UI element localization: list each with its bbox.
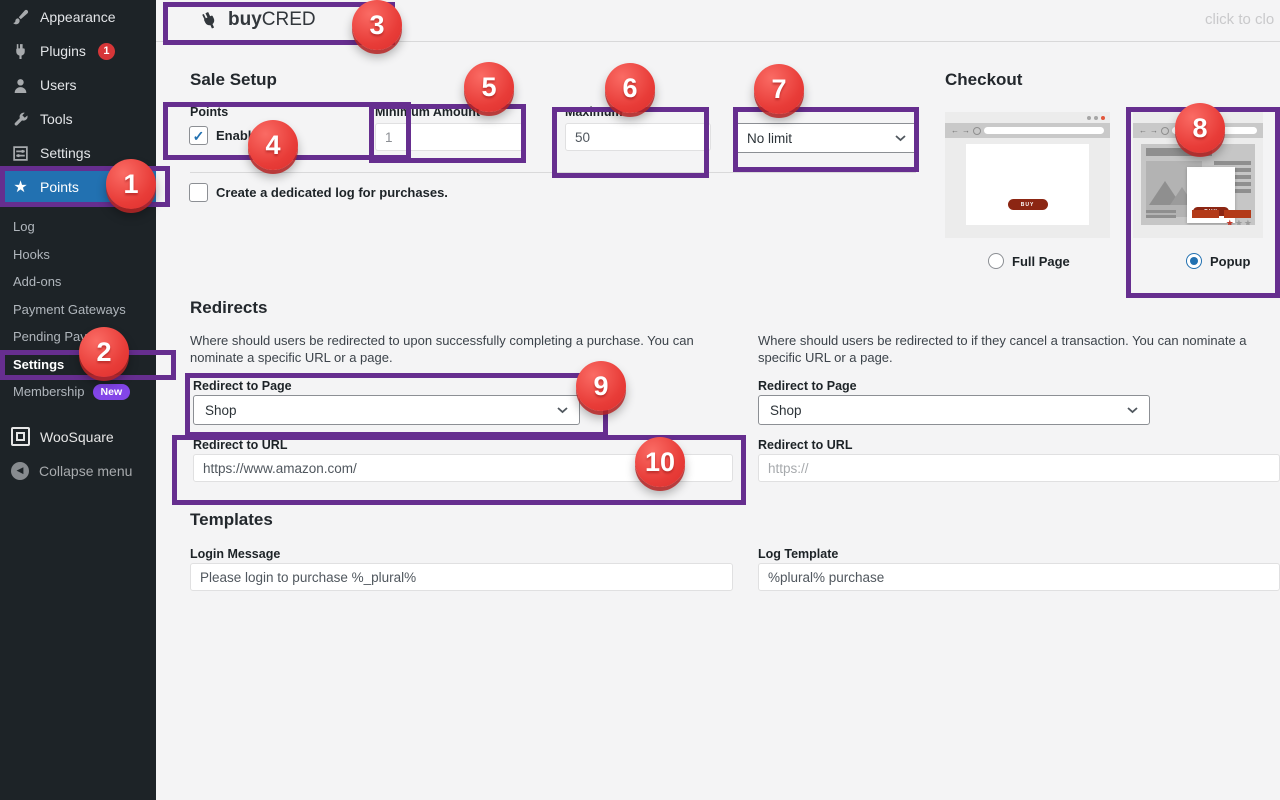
mock-page: BUY [966,144,1089,225]
full-page-radio[interactable]: Full Page [988,253,1070,269]
browser-address-bar: ← → [945,123,1110,138]
cancel-redirect-url-label: Redirect to URL [758,438,853,452]
forward-arrow-icon: → [1150,125,1158,135]
checkbox-unchecked-icon [189,183,208,202]
sidebar-item-users[interactable]: Users [0,68,156,102]
cancel-redirect-url-input[interactable] [758,454,1280,482]
sidebar-item-plugins[interactable]: Plugins 1 [0,34,156,68]
annotation-badge-6: 6 [605,63,655,113]
annotation-badge-2: 2 [79,327,129,377]
sidebar-item-label: Appearance [40,9,116,25]
collapse-menu-button[interactable]: ◀ Collapse menu [0,454,156,488]
browser-dots-icon [1087,116,1105,120]
back-arrow-icon: ← [1139,125,1147,135]
redirects-title: Redirects [190,298,268,317]
log-template-label: Log Template [758,547,839,561]
annotation-badge-7: 7 [754,64,804,114]
redirect-success-description: Where should users be redirected to upon… [190,333,694,365]
forward-arrow-icon: → [962,125,970,135]
collapse-icon: ◀ [11,461,29,480]
plug-icon [202,11,215,29]
annotation-badge-9: 9 [576,361,626,411]
wrench-icon [11,110,30,129]
submenu-item-addons[interactable]: Add-ons [0,268,156,296]
settings-page: buyCRED click to clo Sale Setup Points ✓… [156,0,1280,800]
minimum-amount-label: Minimum Amount [375,105,481,119]
submenu-item-hooks[interactable]: Hooks [0,241,156,269]
mock-button [1224,210,1251,218]
full-page-preview[interactable]: ← → BUY [945,112,1110,238]
plug-icon [11,42,30,61]
submenu-item-membership[interactable]: Membership New [0,378,156,406]
popup-radio[interactable]: Popup [1186,253,1250,269]
annotation-badge-4: 4 [248,120,298,170]
sidebar-item-woosquare[interactable]: WooSquare [0,420,156,454]
submenu-item-settings[interactable]: Settings [0,351,156,379]
annotation-badge-3: 3 [352,0,402,50]
points-submenu: Log Hooks Add-ons Payment Gateways Pendi… [0,213,156,406]
woosquare-icon [11,427,30,446]
sidebar-item-label: Points [40,179,79,195]
sidebar-item-label: Settings [40,145,91,161]
cancel-redirect-page-label: Redirect to Page [758,379,857,393]
sidebar-item-label: Tools [40,111,73,127]
sidebar-item-label: Plugins [40,43,86,59]
templates-title: Templates [190,510,273,529]
mock-button [1192,210,1219,218]
submenu-item-pending-payments[interactable]: Pending Payments [0,323,156,351]
sidebar-item-tools[interactable]: Tools [0,102,156,136]
submenu-item-payment-gateways[interactable]: Payment Gateways [0,296,156,324]
mock-page: BUY ★★★ [1141,144,1255,225]
log-template-input[interactable] [758,563,1280,591]
click-to-close-hint[interactable]: click to clo [1205,11,1274,28]
chevron-down-icon [1127,406,1138,413]
chevron-down-icon [557,406,568,413]
checkout-title: Checkout [945,70,1023,89]
redirect-page-label: Redirect to Page [193,379,292,393]
plugins-update-count: 1 [97,42,115,60]
section-divider [190,172,916,173]
annotation-badge-5: 5 [464,62,514,112]
sidebar-footer: WooSquare ◀ Collapse menu [0,420,156,488]
annotation-badge-8: 8 [1175,103,1225,153]
login-message-input[interactable] [190,563,733,591]
screen: Appearance Plugins 1 Users Tools Setting… [0,0,1280,800]
sidebar-item-label: Users [40,77,77,93]
admin-sidebar: Appearance Plugins 1 Users Tools Setting… [0,0,156,800]
chevron-down-icon [895,134,906,141]
mock-footer-lines [1146,209,1176,218]
buycred-logo: buyCRED [200,9,316,31]
limit-select[interactable]: No limit [735,123,918,153]
checkbox-checked-icon: ✓ [189,126,208,145]
submenu-item-log[interactable]: Log [0,213,156,241]
sidebar-item-appearance[interactable]: Appearance [0,0,156,34]
redirect-page-select[interactable]: Shop [193,395,580,425]
rating-stars-icon: ★★★ [1225,218,1253,225]
minimum-amount-input[interactable] [375,123,523,151]
new-badge: New [92,383,131,400]
login-message-label: Login Message [190,547,281,561]
paintbrush-icon [11,8,30,27]
annotation-badge-1: 1 [106,159,156,209]
star-icon: ★ [13,179,28,196]
cancel-redirect-page-select[interactable]: Shop [758,395,1150,425]
reload-icon [1161,126,1169,135]
radio-unchecked-icon [988,253,1004,269]
redirect-url-label: Redirect to URL [193,438,288,452]
redirect-cancel-description: Where should users be redirected to if t… [758,333,1247,365]
maximum-input[interactable] [565,123,711,151]
sliders-icon [11,144,30,163]
plugin-topbar: buyCRED click to clo [156,0,1280,42]
points-label: Points [190,105,229,119]
sale-setup-title: Sale Setup [190,70,277,89]
user-icon [11,76,30,95]
buy-button: BUY [1007,199,1048,210]
annotation-badge-10: 10 [635,437,685,487]
back-arrow-icon: ← [951,125,959,135]
radio-checked-icon [1186,253,1202,269]
reload-icon [973,126,981,135]
dedicated-log-checkbox[interactable]: Create a dedicated log for purchases. [189,183,448,202]
